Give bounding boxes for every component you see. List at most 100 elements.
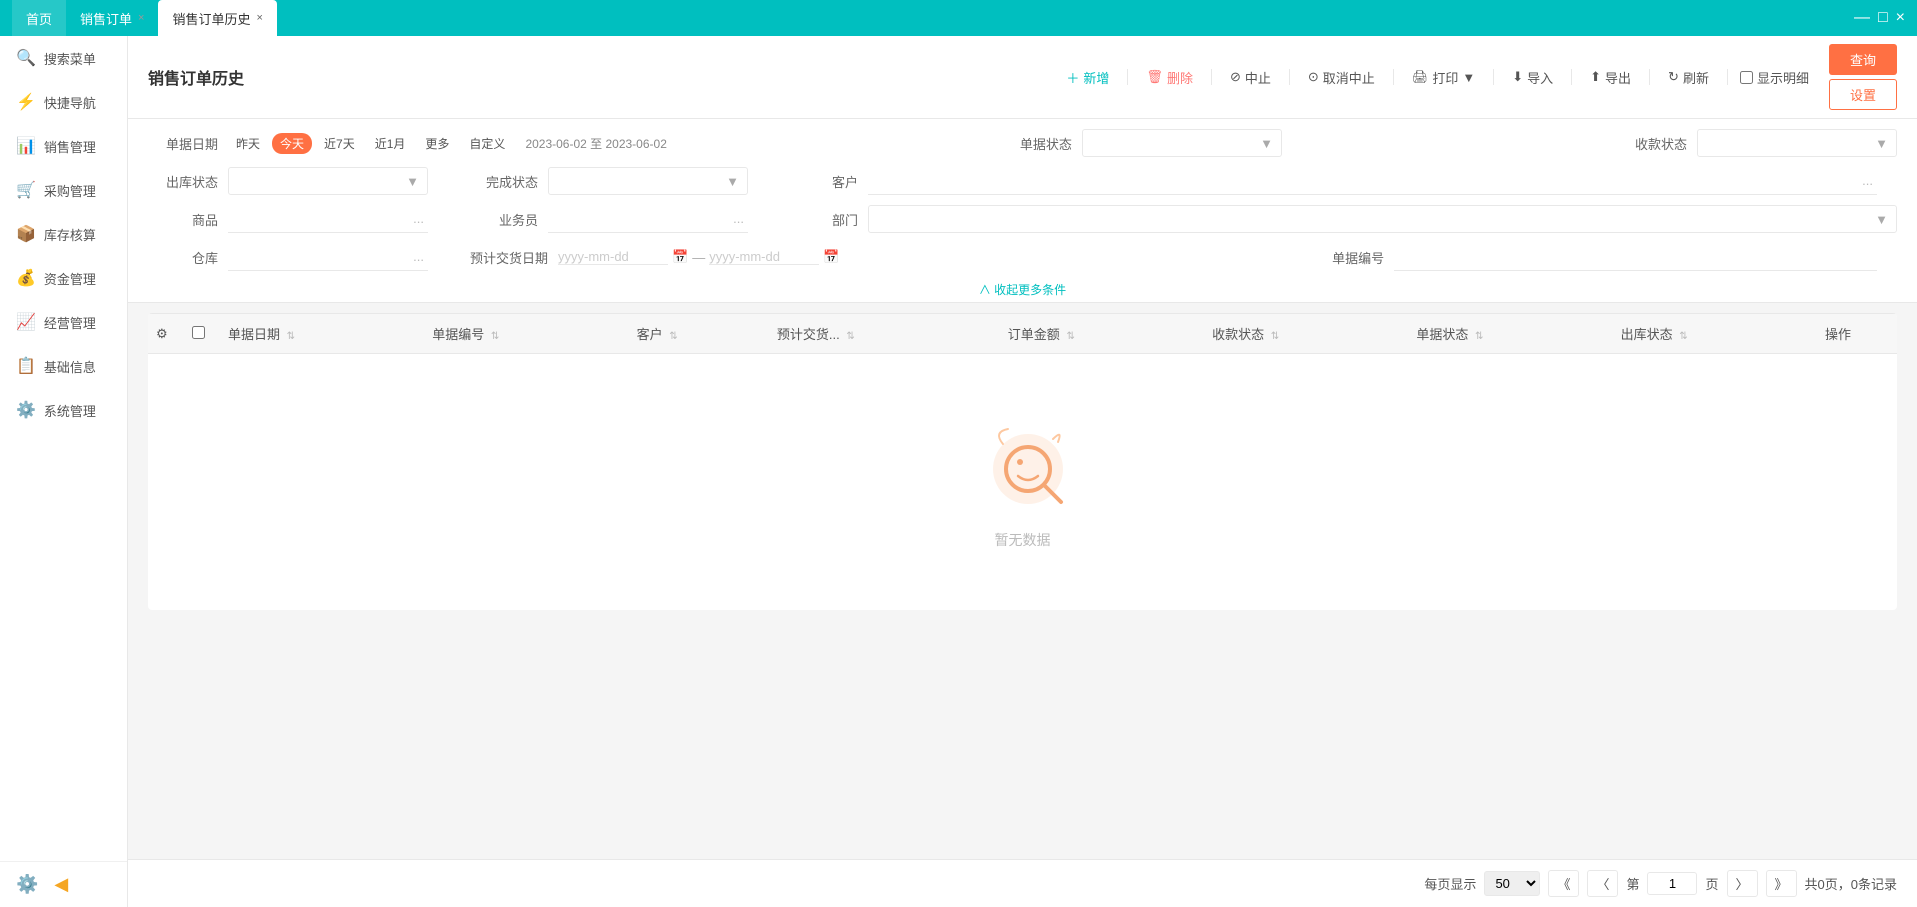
salesman-field[interactable]: ... — [548, 205, 748, 233]
sidebar-item-inventory[interactable]: 📦 库存核算 — [0, 212, 127, 256]
divider-5 — [1493, 69, 1494, 85]
query-button[interactable]: 查询 — [1829, 44, 1897, 75]
salesman-input[interactable] — [552, 211, 729, 226]
customer-input[interactable] — [872, 173, 1858, 188]
col-receipt-status[interactable]: 收款状态 ⇅ — [1204, 314, 1408, 354]
page-number-input[interactable] — [1647, 872, 1697, 895]
last-page-btn[interactable]: 》 — [1766, 870, 1797, 897]
maximize-btn[interactable]: □ — [1878, 9, 1888, 27]
customer-field[interactable]: ... — [868, 167, 1877, 195]
warehouse-field[interactable]: ... — [228, 243, 428, 271]
empty-state-cell: 暂无数据 — [148, 354, 1897, 611]
delivery-date-from[interactable] — [558, 249, 668, 265]
display-check-label[interactable]: 显示明细 — [1740, 68, 1809, 87]
stop-button[interactable]: ⊘ 中止 — [1224, 66, 1277, 89]
sidebar-bottom: ⚙️ ◀ — [0, 861, 127, 907]
col-actions-label: 操作 — [1825, 327, 1851, 342]
divider-7 — [1649, 69, 1650, 85]
import-button[interactable]: ⬇ 导入 — [1506, 66, 1559, 89]
date-1month[interactable]: 近1月 — [367, 133, 414, 154]
main-layout: 🔍 搜索菜单 ⚡ 快捷导航 📊 销售管理 🛒 采购管理 📦 库存核算 💰 资金管… — [0, 36, 1917, 907]
product-field[interactable]: ... — [228, 205, 428, 233]
col-date[interactable]: 单据日期 ⇅ — [220, 314, 424, 354]
delete-button[interactable]: 🗑 删除 — [1140, 66, 1199, 89]
tab-sales-order[interactable]: 销售订单 × — [66, 0, 158, 36]
empty-state: 暂无数据 — [148, 354, 1897, 610]
prev-page-btn[interactable]: 〈 — [1587, 870, 1618, 897]
date-yesterday[interactable]: 昨天 — [228, 133, 268, 154]
col-customer-label: 客户 — [637, 327, 663, 342]
col-outbound-status-sort-icon: ⇅ — [1679, 331, 1687, 342]
date-custom[interactable]: 自定义 — [461, 133, 513, 154]
close-sales-order-tab[interactable]: × — [138, 12, 144, 24]
col-doc-status[interactable]: 单据状态 ⇅ — [1408, 314, 1612, 354]
sidebar-item-basic-info-label: 基础信息 — [44, 357, 96, 376]
sidebar-item-purchase[interactable]: 🛒 采购管理 — [0, 168, 127, 212]
complete-select[interactable]: ▼ — [548, 167, 748, 195]
warehouse-label: 仓库 — [148, 248, 228, 267]
export-icon: ⬆ — [1590, 69, 1601, 85]
new-button[interactable]: ＋ 新增 — [1060, 66, 1115, 89]
first-page-btn[interactable]: 《 — [1548, 870, 1579, 897]
col-order-no[interactable]: 单据编号 ⇅ — [424, 314, 628, 354]
collapse-bar[interactable]: ∧ 收起更多条件 — [148, 281, 1897, 298]
print-button[interactable]: 🖨 打印 ▼ — [1406, 66, 1481, 89]
sidebar-item-finance[interactable]: 💰 资金管理 — [0, 256, 127, 300]
sidebar-item-system[interactable]: ⚙️ 系统管理 — [0, 388, 127, 432]
col-outbound-status[interactable]: 出库状态 ⇅ — [1613, 314, 1817, 354]
system-icon: ⚙️ — [16, 400, 36, 420]
warehouse-ellipsis[interactable]: ... — [413, 249, 424, 264]
sidebar-item-search[interactable]: 🔍 搜索菜单 — [0, 36, 127, 80]
warehouse-input[interactable] — [232, 249, 409, 264]
receipt-select[interactable]: ▼ — [1697, 129, 1897, 157]
minimize-btn[interactable]: — — [1854, 9, 1870, 27]
sidebar-settings-icon[interactable]: ⚙️ — [16, 874, 38, 895]
sidebar-item-sales[interactable]: 📊 销售管理 — [0, 124, 127, 168]
date-today[interactable]: 今天 — [272, 133, 312, 154]
export-button[interactable]: ⬆ 导出 — [1584, 66, 1637, 89]
date-more[interactable]: 更多 — [417, 133, 457, 154]
sidebar-item-quick-nav[interactable]: ⚡ 快捷导航 — [0, 80, 127, 124]
date-7days[interactable]: 近7天 — [316, 133, 363, 154]
sidebar-item-operations[interactable]: 📈 经营管理 — [0, 300, 127, 344]
col-delivery-date[interactable]: 预计交货... ⇅ — [769, 314, 1000, 354]
product-input[interactable] — [232, 211, 409, 226]
sidebar-item-operations-label: 经营管理 — [44, 313, 96, 332]
delete-icon: 🗑 — [1146, 69, 1163, 85]
customer-ellipsis[interactable]: ... — [1862, 173, 1873, 188]
settings-button[interactable]: 设置 — [1829, 79, 1897, 110]
dept-select[interactable]: ▼ — [868, 205, 1897, 233]
status-select[interactable]: ▼ — [1082, 129, 1282, 157]
col-settings[interactable]: ⚙ — [148, 314, 184, 354]
cancel-stop-icon: ⊙ — [1308, 69, 1319, 85]
order-num-field[interactable] — [1394, 243, 1877, 271]
sidebar-collapse-icon[interactable]: ◀ — [54, 874, 68, 895]
refresh-button[interactable]: ↻ 刷新 — [1662, 66, 1715, 89]
order-num-input[interactable] — [1398, 249, 1873, 264]
calendar-from-icon[interactable]: 📅 — [672, 249, 688, 265]
cancel-stop-button[interactable]: ⊙ 取消中止 — [1302, 66, 1381, 89]
tab-home[interactable]: 首页 — [12, 0, 66, 36]
col-customer[interactable]: 客户 ⇅ — [629, 314, 769, 354]
display-check-input[interactable] — [1740, 71, 1753, 84]
sidebar-item-sales-label: 销售管理 — [44, 137, 96, 156]
next-page-btn[interactable]: 〉 — [1727, 870, 1758, 897]
close-sales-order-history-tab[interactable]: × — [256, 12, 262, 24]
select-all-checkbox[interactable] — [192, 326, 205, 339]
col-amount[interactable]: 订单金额 ⇅ — [1000, 314, 1204, 354]
delivery-date-to[interactable] — [709, 249, 819, 265]
delivery-label: 预计交货日期 — [468, 248, 558, 267]
calendar-to-icon[interactable]: 📅 — [823, 249, 839, 265]
page-size-select[interactable]: 50 10 20 100 — [1484, 871, 1540, 896]
outbound-select[interactable]: ▼ — [228, 167, 428, 195]
filter-row-3: 商品 ... 业务员 ... 部门 ▼ — [148, 205, 1897, 233]
col-date-sort-icon: ⇅ — [287, 331, 295, 342]
page-header: 销售订单历史 ＋ 新增 🗑 删除 ⊘ 中止 ⊙ — [128, 36, 1917, 119]
col-checkbox[interactable] — [184, 314, 220, 354]
receipt-label: 收款状态 — [1617, 134, 1697, 153]
tab-sales-order-history[interactable]: 销售订单历史 × — [158, 0, 276, 36]
salesman-ellipsis[interactable]: ... — [733, 211, 744, 226]
product-ellipsis[interactable]: ... — [413, 211, 424, 226]
sidebar-item-basic-info[interactable]: 📋 基础信息 — [0, 344, 127, 388]
close-window-btn[interactable]: × — [1896, 9, 1905, 27]
